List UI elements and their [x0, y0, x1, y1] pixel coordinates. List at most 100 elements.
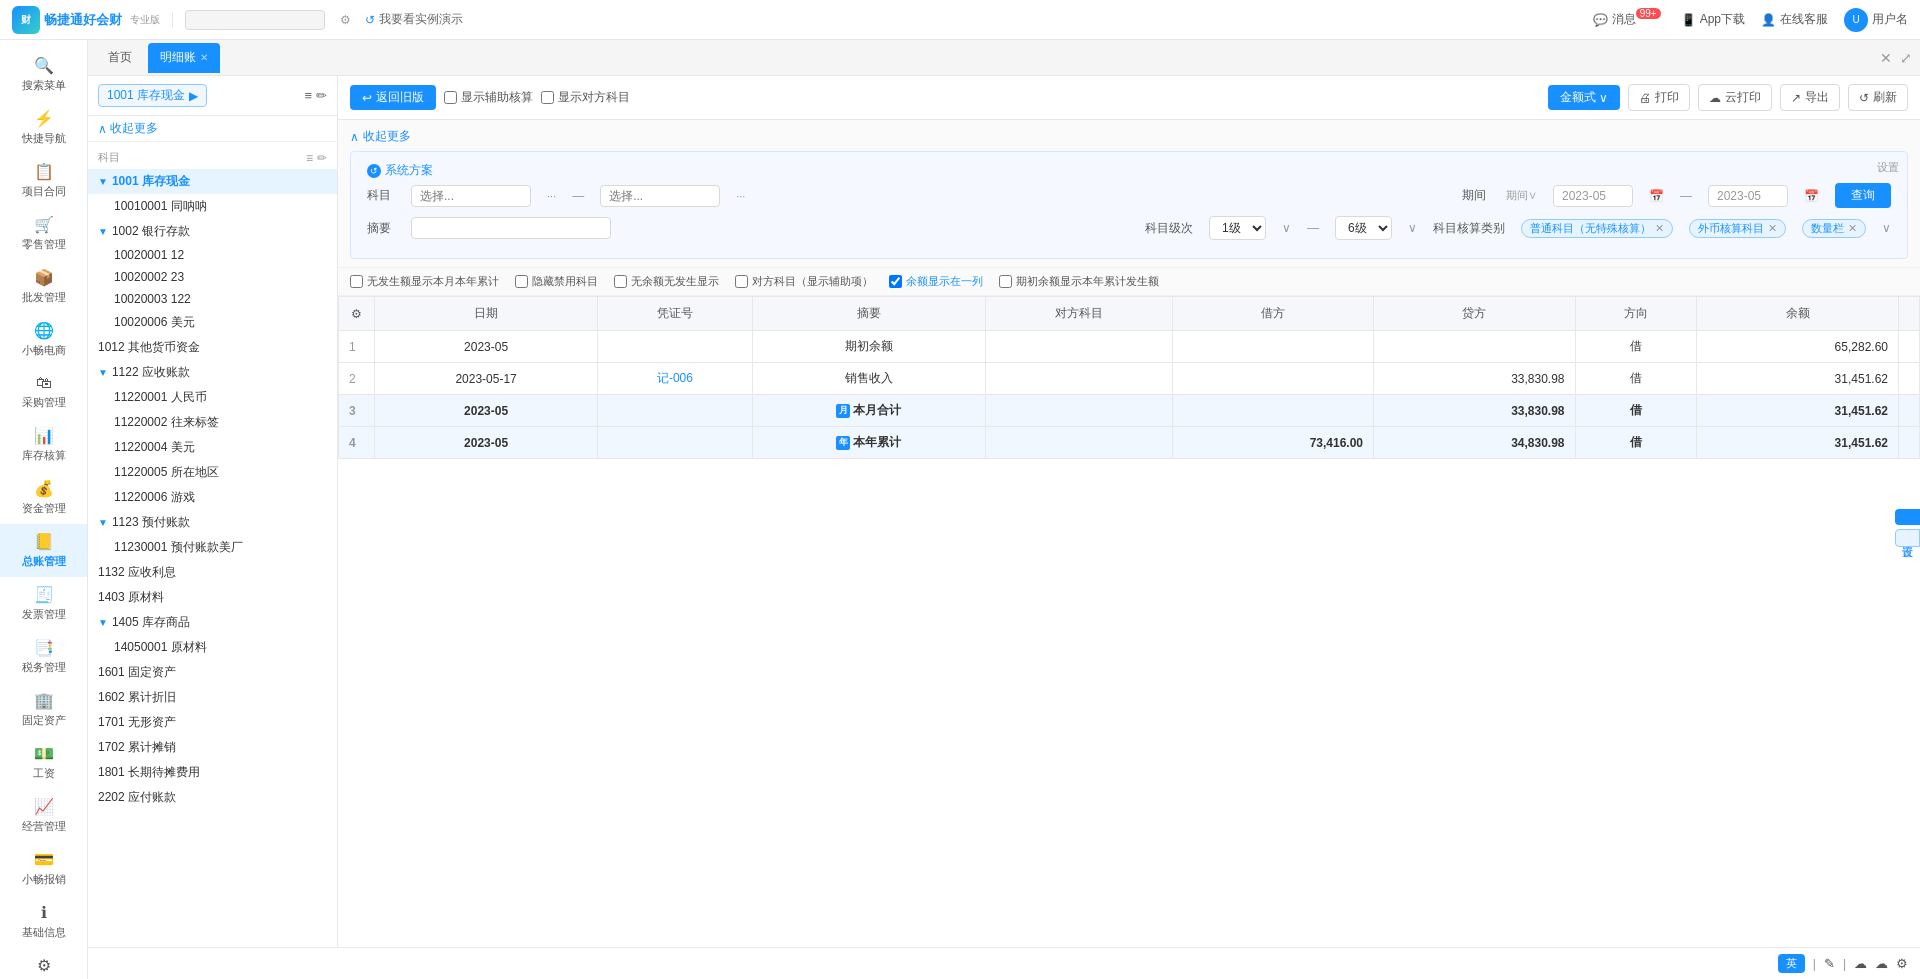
tree-item-1701[interactable]: 1701 无形资产 — [88, 710, 337, 735]
tree-item-1403[interactable]: 1403 原材料 — [88, 585, 337, 610]
tree-item-1601[interactable]: 1601 固定资产 — [88, 660, 337, 685]
tree-item-10020002[interactable]: 10020002 23 — [104, 266, 337, 288]
tree-item-14050001[interactable]: 14050001 原材料 — [104, 635, 337, 660]
query-btn[interactable]: 查询 — [1835, 183, 1891, 208]
tree-icon-edit[interactable]: ✏ — [317, 151, 327, 165]
checkbox-no-amount[interactable]: 无发生额显示本月本年累计 — [350, 274, 499, 289]
tree-item-1122[interactable]: ▼ 1122 应收账款 — [88, 360, 337, 385]
sidebar-item-management[interactable]: 📈 经营管理 — [0, 789, 87, 842]
tree-item-1801[interactable]: 1801 长期待摊费用 — [88, 760, 337, 785]
tree-item-11220002[interactable]: 11220002 往来标签 — [104, 410, 337, 435]
message-action[interactable]: 💬 消息 99+ — [1593, 11, 1665, 28]
sidebar-item-tax[interactable]: 📑 税务管理 — [0, 630, 87, 683]
refresh-btn[interactable]: ↺ 刷新 — [1848, 84, 1908, 111]
calc-type-tag-3[interactable]: 数量栏 ✕ — [1802, 219, 1866, 238]
sidebar-item-nav[interactable]: ⚡ 快捷导航 — [0, 101, 87, 154]
tree-collapse-btn[interactable]: ∧ 收起更多 — [98, 120, 158, 137]
tab-home[interactable]: 首页 — [96, 43, 144, 73]
tag-close-2[interactable]: ✕ — [1768, 222, 1777, 235]
subject-filter-input-2[interactable] — [600, 185, 720, 207]
checkbox-no-balance[interactable]: 无余额无发生显示 — [614, 274, 719, 289]
amount-mode-btn[interactable]: 金额式 ∨ — [1548, 85, 1620, 110]
topbar-search-input[interactable] — [185, 10, 325, 30]
tag-close-1[interactable]: ✕ — [1655, 222, 1664, 235]
subject-level-start-select[interactable]: 1级 2级 3级 — [1209, 216, 1266, 240]
sidebar-item-basic[interactable]: ℹ 基础信息 — [0, 895, 87, 948]
filter-settings-btn[interactable]: 设置 — [1877, 160, 1899, 175]
tree-item-1012[interactable]: 1012 其他货币资金 — [88, 335, 337, 360]
tab-ledger[interactable]: 明细账 ✕ — [148, 43, 220, 73]
sidebar-item-invoice[interactable]: 🧾 发票管理 — [0, 577, 87, 630]
tree-item-10020006[interactable]: 10020006 美元 — [104, 310, 337, 335]
lang-button[interactable]: 英 — [1778, 954, 1805, 973]
sidebar-item-retail[interactable]: 🛒 零售管理 — [0, 207, 87, 260]
sidebar-item-project[interactable]: 📋 项目合同 — [0, 154, 87, 207]
settings-bottom-icon[interactable]: ⚙ — [1896, 956, 1908, 971]
show-opposite-checkbox[interactable]: 显示对方科目 — [541, 89, 630, 106]
tree-item-10020001[interactable]: 10020001 12 — [104, 244, 337, 266]
summary-filter-input[interactable] — [411, 217, 611, 239]
sidebar-item-system[interactable]: ⚙ 系统管理 — [0, 948, 87, 979]
system-scheme[interactable]: ↺ 系统方案 — [367, 162, 433, 179]
tree-item-11220001[interactable]: 11220001 人民币 — [104, 385, 337, 410]
print-btn[interactable]: 🖨 打印 — [1628, 84, 1690, 111]
app-download-action[interactable]: 📱 App下载 — [1681, 11, 1745, 28]
tree-item-1132[interactable]: 1132 应收利息 — [88, 560, 337, 585]
tree-item-1002[interactable]: ▼ 1002 银行存款 — [88, 219, 337, 244]
export-btn[interactable]: ↗ 导出 — [1780, 84, 1840, 111]
query-side-tab[interactable]: 查询 — [1895, 509, 1920, 525]
subject-level-end-select[interactable]: 6级 5级 4级 — [1335, 216, 1392, 240]
calc-type-tag-1[interactable]: 普通科目（无特殊核算） ✕ — [1521, 219, 1673, 238]
tree-item-1702[interactable]: 1702 累计摊销 — [88, 735, 337, 760]
tree-item-1602[interactable]: 1602 累计折旧 — [88, 685, 337, 710]
sidebar-item-assets[interactable]: 🏢 固定资产 — [0, 683, 87, 736]
tree-item-11220006[interactable]: 11220006 游戏 — [104, 485, 337, 510]
tree-item-2202[interactable]: 2202 应付账款 — [88, 785, 337, 810]
edit-icon[interactable]: ✎ — [1824, 956, 1835, 971]
voucher-link-2[interactable]: 记-006 — [657, 371, 693, 385]
sidebar-item-salary[interactable]: 💵 工资 — [0, 736, 87, 789]
period-calendar-2[interactable]: 📅 — [1804, 189, 1819, 203]
period-start-input[interactable] — [1553, 185, 1633, 207]
sidebar-item-wholesale[interactable]: 📦 批发管理 — [0, 260, 87, 313]
sidebar-item-ledger[interactable]: 📒 总账管理 — [0, 524, 87, 577]
calc-type-tag-2[interactable]: 外币核算科目 ✕ — [1689, 219, 1786, 238]
user-area[interactable]: U 用户名 — [1844, 8, 1908, 32]
tab-close-icon[interactable]: ✕ — [200, 52, 208, 63]
sidebar-item-finance[interactable]: 💰 资金管理 — [0, 471, 87, 524]
sidebar-item-expense[interactable]: 💳 小畅报销 — [0, 842, 87, 895]
tree-item-1405[interactable]: ▼ 1405 库存商品 — [88, 610, 337, 635]
filter-collapse-btn[interactable]: ∧ 收起更多 — [350, 128, 411, 145]
settings-icon[interactable]: ⚙ — [333, 8, 357, 32]
period-end-input[interactable] — [1708, 185, 1788, 207]
tab-expand-icon[interactable]: ⤢ — [1900, 50, 1912, 66]
show-aux-calc-checkbox[interactable]: 显示辅助核算 — [444, 89, 533, 106]
checkbox-opening[interactable]: 期初余额显示本年累计发生额 — [999, 274, 1159, 289]
checkbox-balance-col[interactable]: 余额显示在一列 — [889, 274, 983, 289]
tag-close-3[interactable]: ✕ — [1848, 222, 1857, 235]
tree-item-11230001[interactable]: 11230001 预付账款美厂 — [104, 535, 337, 560]
checkbox-opposite[interactable]: 对方科目（显示辅助项） — [735, 274, 873, 289]
sidebar-item-ecommerce[interactable]: 🌐 小畅电商 — [0, 313, 87, 366]
cloud-print-btn[interactable]: ☁ 云打印 — [1698, 84, 1772, 111]
settings-side-tab[interactable]: 设置 — [1895, 529, 1920, 547]
tree-item-10020003[interactable]: 10020003 122 — [104, 288, 337, 310]
calc-type-arrow[interactable]: ∨ — [1882, 221, 1891, 235]
sidebar-item-search[interactable]: 🔍 搜索菜单 — [0, 48, 87, 101]
online-service-action[interactable]: 👤 在线客服 — [1761, 11, 1828, 28]
demo-link[interactable]: ↺ 我要看实例演示 — [365, 11, 463, 28]
sidebar-item-inventory[interactable]: 📊 库存核算 — [0, 418, 87, 471]
tree-list-icon[interactable]: ≡ — [304, 88, 312, 103]
tree-edit-icon[interactable]: ✏ — [316, 88, 327, 103]
col-settings[interactable]: ⚙ — [339, 297, 375, 331]
sidebar-item-purchase[interactable]: 🛍 采购管理 — [0, 366, 87, 418]
tree-item-10010001[interactable]: 10010001 同呐呐 — [104, 194, 337, 219]
tree-item-1123[interactable]: ▼ 1123 预付账款 — [88, 510, 337, 535]
tree-item-1001[interactable]: ▼ 1001 库存现金 — [88, 169, 337, 194]
cloud-icon[interactable]: ☁ — [1854, 956, 1867, 971]
subject-filter-input[interactable] — [411, 185, 531, 207]
cloud-icon-2[interactable]: ☁ — [1875, 956, 1888, 971]
tree-item-11220004[interactable]: 11220004 美元 — [104, 435, 337, 460]
tree-icon-list[interactable]: ≡ — [306, 151, 313, 165]
tree-item-11220005[interactable]: 11220005 所在地区 — [104, 460, 337, 485]
